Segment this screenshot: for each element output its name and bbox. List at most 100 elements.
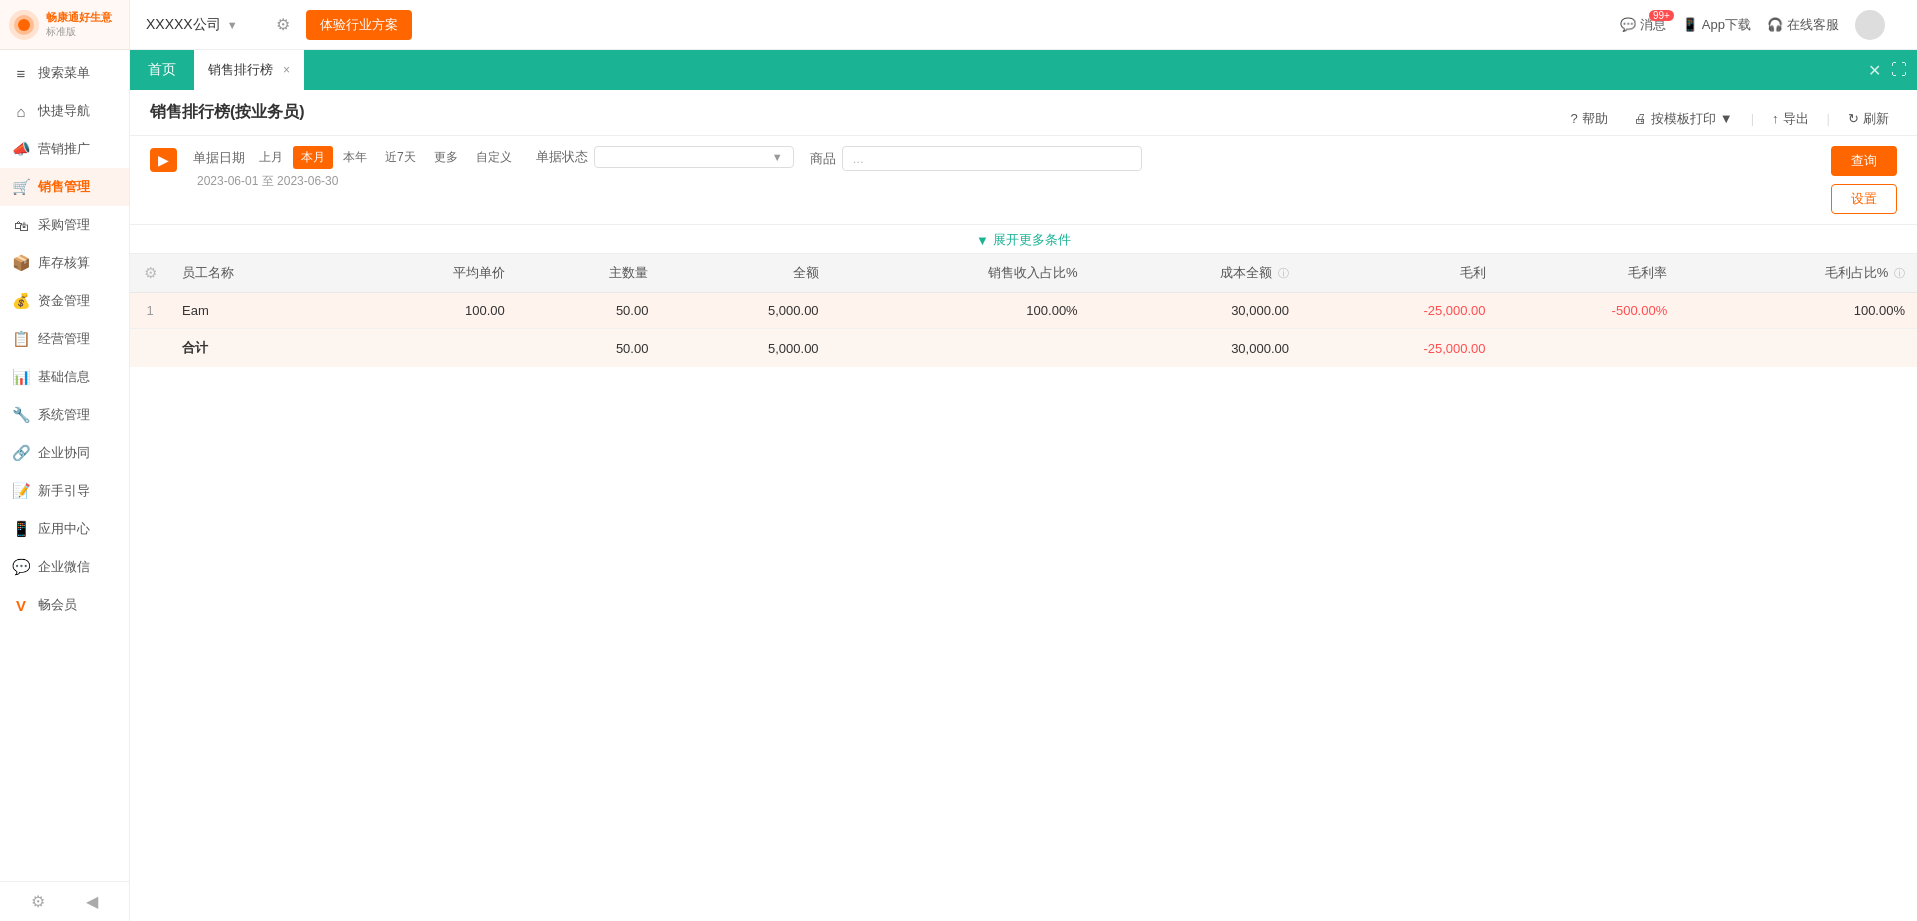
goods-filter-label: 商品 [810,150,836,168]
marketing-icon: 📣 [12,140,30,158]
col-header-amount: 全额 [660,254,830,293]
cell-amount: 5,000.00 [660,293,830,329]
sidebar-item-guide[interactable]: 📝 新手引导 [0,472,129,510]
settings-link-button[interactable]: 设置 [1831,184,1897,214]
footer-amount: 5,000.00 [660,329,830,368]
goods-filter-input[interactable]: ... [842,146,1142,171]
date-tab-last-month[interactable]: 上月 [251,146,291,169]
template-print-button[interactable]: 🖨 按模板打印 ▼ [1626,106,1741,132]
sidebar-item-label: 搜索菜单 [38,64,90,82]
tab-bar: 首页 销售排行榜 × ✕ ⛶ [130,50,1917,90]
sidebar-settings-icon[interactable]: ⚙ [31,892,45,911]
sidebar-item-label: 营销推广 [38,140,90,158]
sidebar-item-basic-info[interactable]: 📊 基础信息 [0,358,129,396]
sidebar-item-operations[interactable]: 📋 经营管理 [0,320,129,358]
print-icon: 🖨 [1634,111,1647,126]
tab-label: 销售排行榜 [208,61,273,79]
company-name: XXXXX公司 [146,16,221,34]
sidebar-item-label: 经营管理 [38,330,90,348]
date-tab-more[interactable]: 更多 [426,146,466,169]
cell-gross: -25,000.00 [1301,293,1498,329]
sidebar-item-sales[interactable]: 🛒 销售管理 [0,168,129,206]
sidebar-item-label: 快捷导航 [38,102,90,120]
tab-sales-ranking[interactable]: 销售排行榜 × [194,50,304,90]
finance-icon: 💰 [12,292,30,310]
sidebar-collapse-icon[interactable]: ◀ [86,892,98,911]
sidebar-item-marketing[interactable]: 📣 营销推广 [0,130,129,168]
company-selector[interactable]: XXXXX公司 ▼ [146,16,266,34]
help-icon: ? [1571,111,1578,126]
status-filter-select[interactable]: ▼ [594,146,794,168]
table-wrap: ⚙ 员工名称 平均单价 主数量 全额 销售收入占比% 成本全额 ⓘ 毛利 [130,254,1917,921]
sidebar-item-label: 企业协同 [38,444,90,462]
online-service-button[interactable]: 🎧 在线客服 [1767,16,1839,34]
sidebar-item-finance[interactable]: 💰 资金管理 [0,282,129,320]
col-header-sales-pct: 销售收入占比% [831,254,1090,293]
sidebar-item-label: 基础信息 [38,368,90,386]
date-tab-this-month[interactable]: 本月 [293,146,333,169]
date-tab-last-7[interactable]: 近7天 [377,146,424,169]
help-button[interactable]: ? 帮助 [1563,106,1616,132]
quick-nav-icon: ⌂ [12,102,30,120]
export-button[interactable]: ↑ 导出 [1764,106,1817,132]
refresh-icon: ↻ [1848,111,1859,126]
filter-toggle-icon[interactable]: ▶ [150,148,177,172]
company-chevron-icon: ▼ [227,19,238,31]
logo-icon [8,9,40,41]
status-select-chevron-icon: ▼ [772,151,783,163]
sidebar-item-label: 应用中心 [38,520,90,538]
avatar[interactable] [1855,10,1885,40]
sidebar: 畅康通好生意 标准版 ≡ 搜索菜单 ⌂ 快捷导航 📣 营销推广 🛒 销售管理 🛍… [0,0,130,921]
tab-home[interactable]: 首页 [130,50,194,90]
sidebar-item-label: 系统管理 [38,406,90,424]
maximize-icon[interactable]: ⛶ [1891,61,1907,79]
sidebar-item-search-order[interactable]: ≡ 搜索菜单 [0,54,129,92]
expand-more-button[interactable]: ▼ 展开更多条件 [976,231,1071,249]
footer-label: 合计 [170,329,343,368]
query-button[interactable]: 查询 [1831,146,1897,176]
header-right: 💬 消息 99+ 📱 App下载 🎧 在线客服 [1620,10,1901,40]
sidebar-item-purchase[interactable]: 🛍 采购管理 [0,206,129,244]
svg-point-2 [18,19,30,31]
expand-more-row: ▼ 展开更多条件 [130,225,1917,254]
inventory-icon: 📦 [12,254,30,272]
tab-bar-actions: ✕ ⛶ [1868,61,1917,80]
sidebar-item-system[interactable]: 🔧 系统管理 [0,396,129,434]
sidebar-item-label: 采购管理 [38,216,90,234]
table-column-settings-icon[interactable]: ⚙ [144,264,157,281]
gross-pct-help-icon[interactable]: ⓘ [1894,267,1905,279]
operations-icon: 📋 [12,330,30,348]
date-tab-this-year[interactable]: 本年 [335,146,375,169]
cell-name: Eam [170,293,343,329]
data-table: ⚙ 员工名称 平均单价 主数量 全额 销售收入占比% 成本全额 ⓘ 毛利 [130,254,1917,367]
app-download-button[interactable]: 📱 App下载 [1682,16,1751,34]
guide-icon: 📝 [12,482,30,500]
app-center-icon: 📱 [12,520,30,538]
collab-icon: 🔗 [12,444,30,462]
sidebar-item-enterprise-collab[interactable]: 🔗 企业协同 [0,434,129,472]
company-settings-icon[interactable]: ⚙ [276,15,290,34]
sidebar-item-app-center[interactable]: 📱 应用中心 [0,510,129,548]
date-tab-custom[interactable]: 自定义 [468,146,520,169]
close-window-icon[interactable]: ✕ [1868,61,1881,80]
cell-gross-pct: 100.00% [1679,293,1917,329]
footer-cost: 30,000.00 [1090,329,1301,368]
sidebar-item-member[interactable]: V 畅会员 [0,586,129,624]
message-button[interactable]: 💬 消息 99+ [1620,16,1666,34]
col-header-qty: 主数量 [517,254,661,293]
cell-avg-price: 100.00 [343,293,516,329]
chevron-down-icon: ▼ [976,233,989,248]
sidebar-item-label: 库存核算 [38,254,90,272]
col-header-cost: 成本全额 ⓘ [1090,254,1301,293]
sidebar-item-inventory[interactable]: 📦 库存核算 [0,244,129,282]
tab-close-icon[interactable]: × [283,63,290,77]
cost-help-icon[interactable]: ⓘ [1278,267,1289,279]
header: XXXXX公司 ▼ ⚙ 体验行业方案 💬 消息 99+ 📱 App下载 🎧 在线… [130,0,1917,50]
cell-sales-pct: 100.00% [831,293,1090,329]
sidebar-item-label: 新手引导 [38,482,90,500]
refresh-button[interactable]: ↻ 刷新 [1840,106,1897,132]
trial-button[interactable]: 体验行业方案 [306,10,412,40]
sidebar-item-enterprise-wx[interactable]: 💬 企业微信 [0,548,129,586]
sales-icon: 🛒 [12,178,30,196]
sidebar-item-quick-nav[interactable]: ⌂ 快捷导航 [0,92,129,130]
